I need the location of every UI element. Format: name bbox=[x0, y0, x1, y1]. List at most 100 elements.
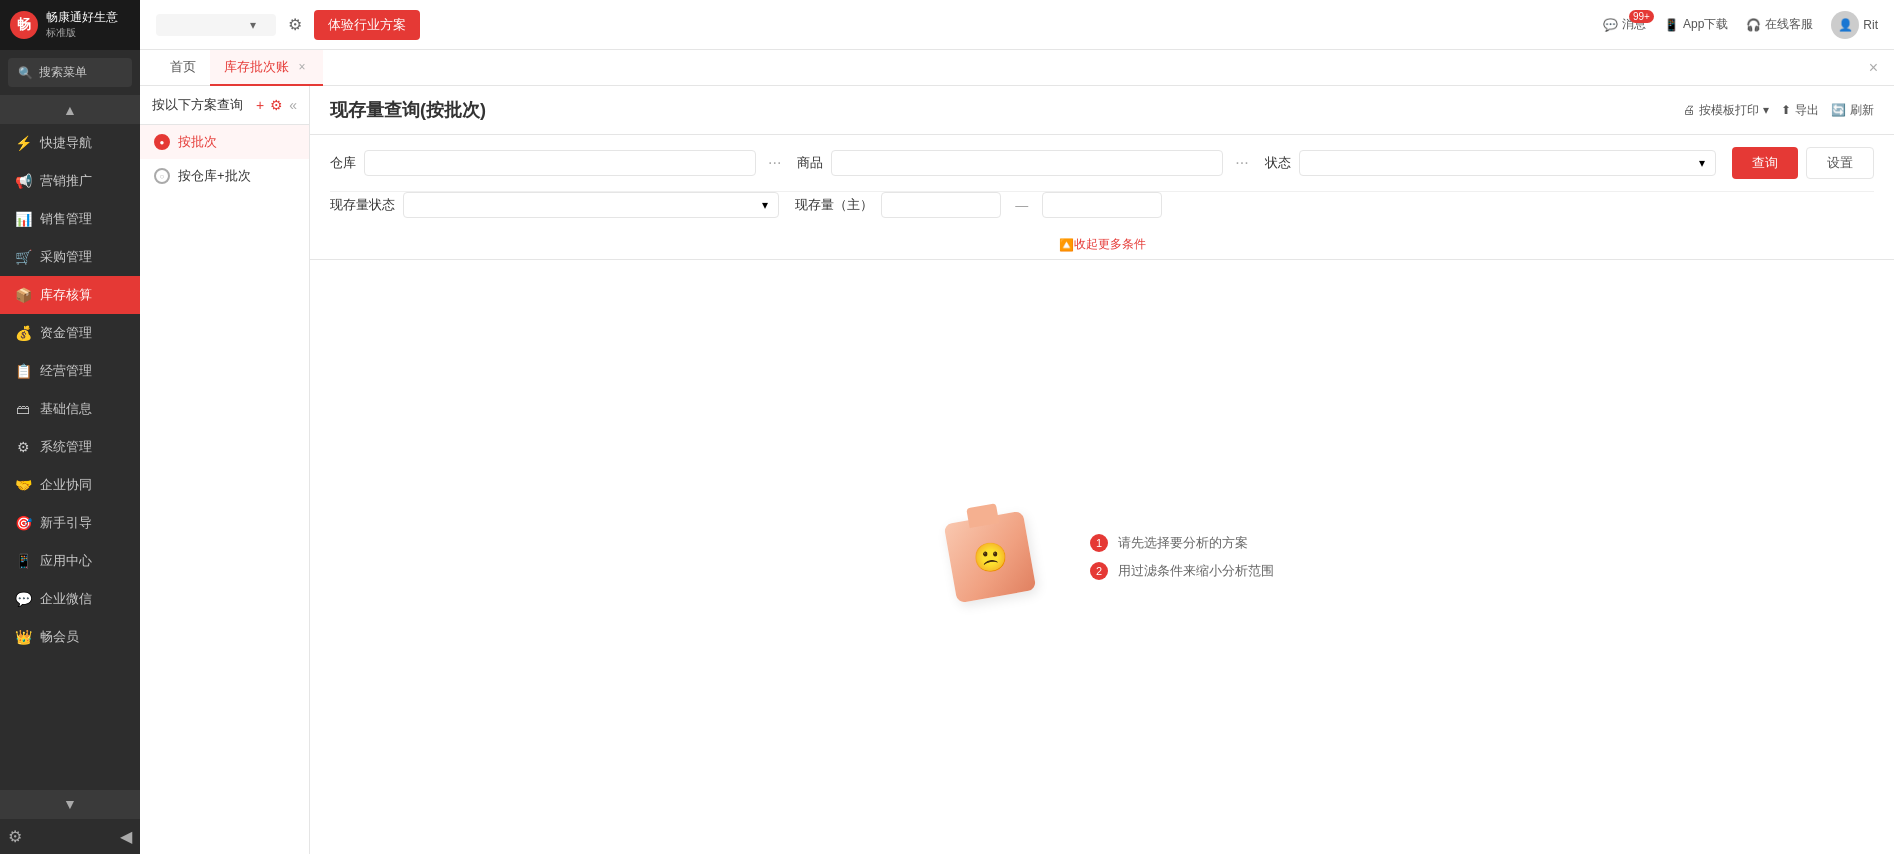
sidebar-item-system[interactable]: ⚙ 系统管理 bbox=[0, 428, 140, 466]
sidebar: 畅 畅康通好生意 标准版 🔍 搜索菜单 ▲ ⚡ 快捷导航 📢 营销推广 📊 销售… bbox=[0, 0, 140, 854]
scheme-dot-outline: ○ bbox=[154, 168, 170, 184]
hint1-text: 请先选择要分析的方案 bbox=[1118, 534, 1248, 552]
page-title: 现存量查询(按批次) bbox=[330, 98, 486, 122]
status-label: 状态 bbox=[1265, 154, 1291, 172]
scheme-by-batch[interactable]: ● 按批次 bbox=[140, 125, 309, 159]
export-button[interactable]: ⬆ 导出 bbox=[1781, 102, 1819, 119]
goods-input[interactable] bbox=[831, 150, 1223, 176]
sidebar-item-sales[interactable]: 📊 销售管理 bbox=[0, 200, 140, 238]
scheme-dot-active: ● bbox=[154, 134, 170, 150]
sidebar-item-basic[interactable]: 🗃 基础信息 bbox=[0, 390, 140, 428]
stock-quantity-to-input[interactable] bbox=[1042, 192, 1162, 218]
quick-nav-icon: ⚡ bbox=[14, 134, 32, 152]
collapse-up-icon: 🔼 bbox=[1059, 238, 1074, 252]
collapse-filters-button[interactable]: 🔼 收起更多条件 bbox=[330, 230, 1874, 259]
sales-icon: 📊 bbox=[14, 210, 32, 228]
topbar-search-input[interactable] bbox=[166, 18, 246, 32]
search-icon: 🔍 bbox=[18, 66, 33, 80]
scroll-down-button[interactable]: ▼ bbox=[0, 790, 140, 818]
sidebar-item-app-center[interactable]: 📱 应用中心 bbox=[0, 542, 140, 580]
hint1-number: 1 bbox=[1090, 534, 1108, 552]
app-center-icon: 📱 bbox=[14, 552, 32, 570]
topbar-dropdown-icon[interactable]: ▾ bbox=[250, 18, 256, 32]
status-select[interactable]: ▾ bbox=[1299, 150, 1716, 176]
right-content: 现存量查询(按批次) 🖨 按模板打印 ▾ ⬆ 导出 🔄 刷新 bbox=[310, 86, 1894, 854]
scheme-by-warehouse-batch[interactable]: ○ 按仓库+批次 bbox=[140, 159, 309, 193]
tab-batch-account[interactable]: 库存批次账 × bbox=[210, 50, 323, 86]
topbar-right: 💬 消息 99+ 📱 App下载 🎧 在线客服 👤 Rit bbox=[1603, 11, 1878, 39]
stock-status-label: 现存量状态 bbox=[330, 196, 395, 214]
app-title: 畅康通好生意 bbox=[46, 10, 118, 26]
left-panel-title: 按以下方案查询 bbox=[152, 96, 243, 114]
scroll-up-button[interactable]: ▲ bbox=[0, 96, 140, 124]
sidebar-item-purchase[interactable]: 🛒 采购管理 bbox=[0, 238, 140, 276]
refresh-button[interactable]: 🔄 刷新 bbox=[1831, 102, 1874, 119]
add-scheme-icon[interactable]: + bbox=[256, 97, 264, 113]
customer-service-button[interactable]: 🎧 在线客服 bbox=[1746, 16, 1813, 33]
empty-hints: 1 请先选择要分析的方案 2 用过滤条件来缩小分析范围 bbox=[1090, 534, 1274, 580]
purchase-icon: 🛒 bbox=[14, 248, 32, 266]
wechat-icon: 💬 bbox=[14, 590, 32, 608]
sidebar-item-wechat[interactable]: 💬 企业微信 bbox=[0, 580, 140, 618]
left-panel: 按以下方案查询 + ⚙ « ● 按批次 ○ 按仓库+批次 bbox=[140, 86, 310, 854]
status-select-arrow: ▾ bbox=[1699, 156, 1705, 170]
sidebar-item-quick-nav[interactable]: ⚡ 快捷导航 bbox=[0, 124, 140, 162]
warehouse-input[interactable] bbox=[364, 150, 756, 176]
sidebar-settings-button[interactable]: ⚙ bbox=[8, 827, 22, 846]
experience-button[interactable]: 体验行业方案 bbox=[314, 10, 420, 40]
filter-goods: 商品 ··· bbox=[797, 150, 1248, 176]
filter-status: 状态 ▾ bbox=[1265, 150, 1716, 176]
sidebar-collapse-button[interactable]: ◀ bbox=[120, 827, 132, 846]
goods-more-icon[interactable]: ··· bbox=[1235, 154, 1248, 172]
sidebar-item-member[interactable]: 👑 畅会员 bbox=[0, 618, 140, 656]
empty-state: 😕 1 请先选择要分析的方案 2 用过滤条件来缩小分析范围 bbox=[310, 260, 1894, 854]
messages-button[interactable]: 💬 消息 99+ bbox=[1603, 16, 1646, 33]
sidebar-header: 畅 畅康通好生意 标准版 bbox=[0, 0, 140, 50]
app-download-button[interactable]: 📱 App下载 bbox=[1664, 16, 1728, 33]
stock-quantity-from-input[interactable] bbox=[881, 192, 1001, 218]
tab-home[interactable]: 首页 bbox=[156, 50, 210, 86]
print-dropdown-icon[interactable]: ▾ bbox=[1763, 103, 1769, 117]
warehouse-label: 仓库 bbox=[330, 154, 356, 172]
close-tabs-right-button[interactable]: × bbox=[1869, 59, 1878, 77]
settings-scheme-icon[interactable]: ⚙ bbox=[270, 97, 283, 113]
member-icon: 👑 bbox=[14, 628, 32, 646]
filter-row-1: 仓库 ··· 商品 ··· 状态 ▾ bbox=[330, 147, 1874, 179]
empty-hint-1: 1 请先选择要分析的方案 bbox=[1090, 534, 1274, 552]
warehouse-more-icon[interactable]: ··· bbox=[768, 154, 781, 172]
message-icon: 💬 bbox=[1603, 18, 1618, 32]
tab-close-icon[interactable]: × bbox=[295, 60, 309, 74]
page-header-actions: 🖨 按模板打印 ▾ ⬆ 导出 🔄 刷新 bbox=[1683, 102, 1874, 119]
inventory-icon: 📦 bbox=[14, 286, 32, 304]
left-panel-header: 按以下方案查询 + ⚙ « bbox=[140, 86, 309, 125]
main-content: ▾ ⚙ 体验行业方案 💬 消息 99+ 📱 App下载 🎧 在线客服 bbox=[140, 0, 1894, 854]
query-button[interactable]: 查询 bbox=[1732, 147, 1798, 179]
user-profile-button[interactable]: 👤 Rit bbox=[1831, 11, 1878, 39]
content-area: 按以下方案查询 + ⚙ « ● 按批次 ○ 按仓库+批次 现存量查询(按批次) bbox=[140, 86, 1894, 854]
sidebar-search-area: 🔍 搜索菜单 bbox=[0, 50, 140, 96]
stock-status-select[interactable]: ▾ bbox=[403, 192, 779, 218]
tabs-bar: 首页 库存批次账 × × bbox=[140, 50, 1894, 86]
filter-area: 仓库 ··· 商品 ··· 状态 ▾ bbox=[310, 135, 1894, 260]
sidebar-item-inventory[interactable]: 📦 库存核算 bbox=[0, 276, 140, 314]
settings-button[interactable]: 设置 bbox=[1806, 147, 1874, 179]
filter-warehouse: 仓库 ··· bbox=[330, 150, 781, 176]
sidebar-item-operation[interactable]: 📋 经营管理 bbox=[0, 352, 140, 390]
sidebar-item-finance[interactable]: 💰 资金管理 bbox=[0, 314, 140, 352]
print-button[interactable]: 🖨 按模板打印 ▾ bbox=[1683, 102, 1769, 119]
filter-stock-status: 现存量状态 ▾ bbox=[330, 192, 779, 218]
sidebar-footer: ⚙ ◀ bbox=[0, 818, 140, 854]
search-menu-button[interactable]: 🔍 搜索菜单 bbox=[8, 58, 132, 87]
empty-face-icon: 😕 bbox=[973, 541, 1008, 574]
topbar-gear-icon[interactable]: ⚙ bbox=[288, 15, 302, 34]
sidebar-item-newbie[interactable]: 🎯 新手引导 bbox=[0, 504, 140, 542]
refresh-icon: 🔄 bbox=[1831, 103, 1846, 117]
avatar-icon: 👤 bbox=[1838, 18, 1853, 32]
collapse-panel-icon[interactable]: « bbox=[289, 97, 297, 113]
filter-stock-quantity: 现存量（主） — bbox=[795, 192, 1244, 218]
hint2-number: 2 bbox=[1090, 562, 1108, 580]
avatar: 👤 bbox=[1831, 11, 1859, 39]
marketing-icon: 📢 bbox=[14, 172, 32, 190]
sidebar-item-enterprise[interactable]: 🤝 企业协同 bbox=[0, 466, 140, 504]
sidebar-item-marketing[interactable]: 📢 营销推广 bbox=[0, 162, 140, 200]
